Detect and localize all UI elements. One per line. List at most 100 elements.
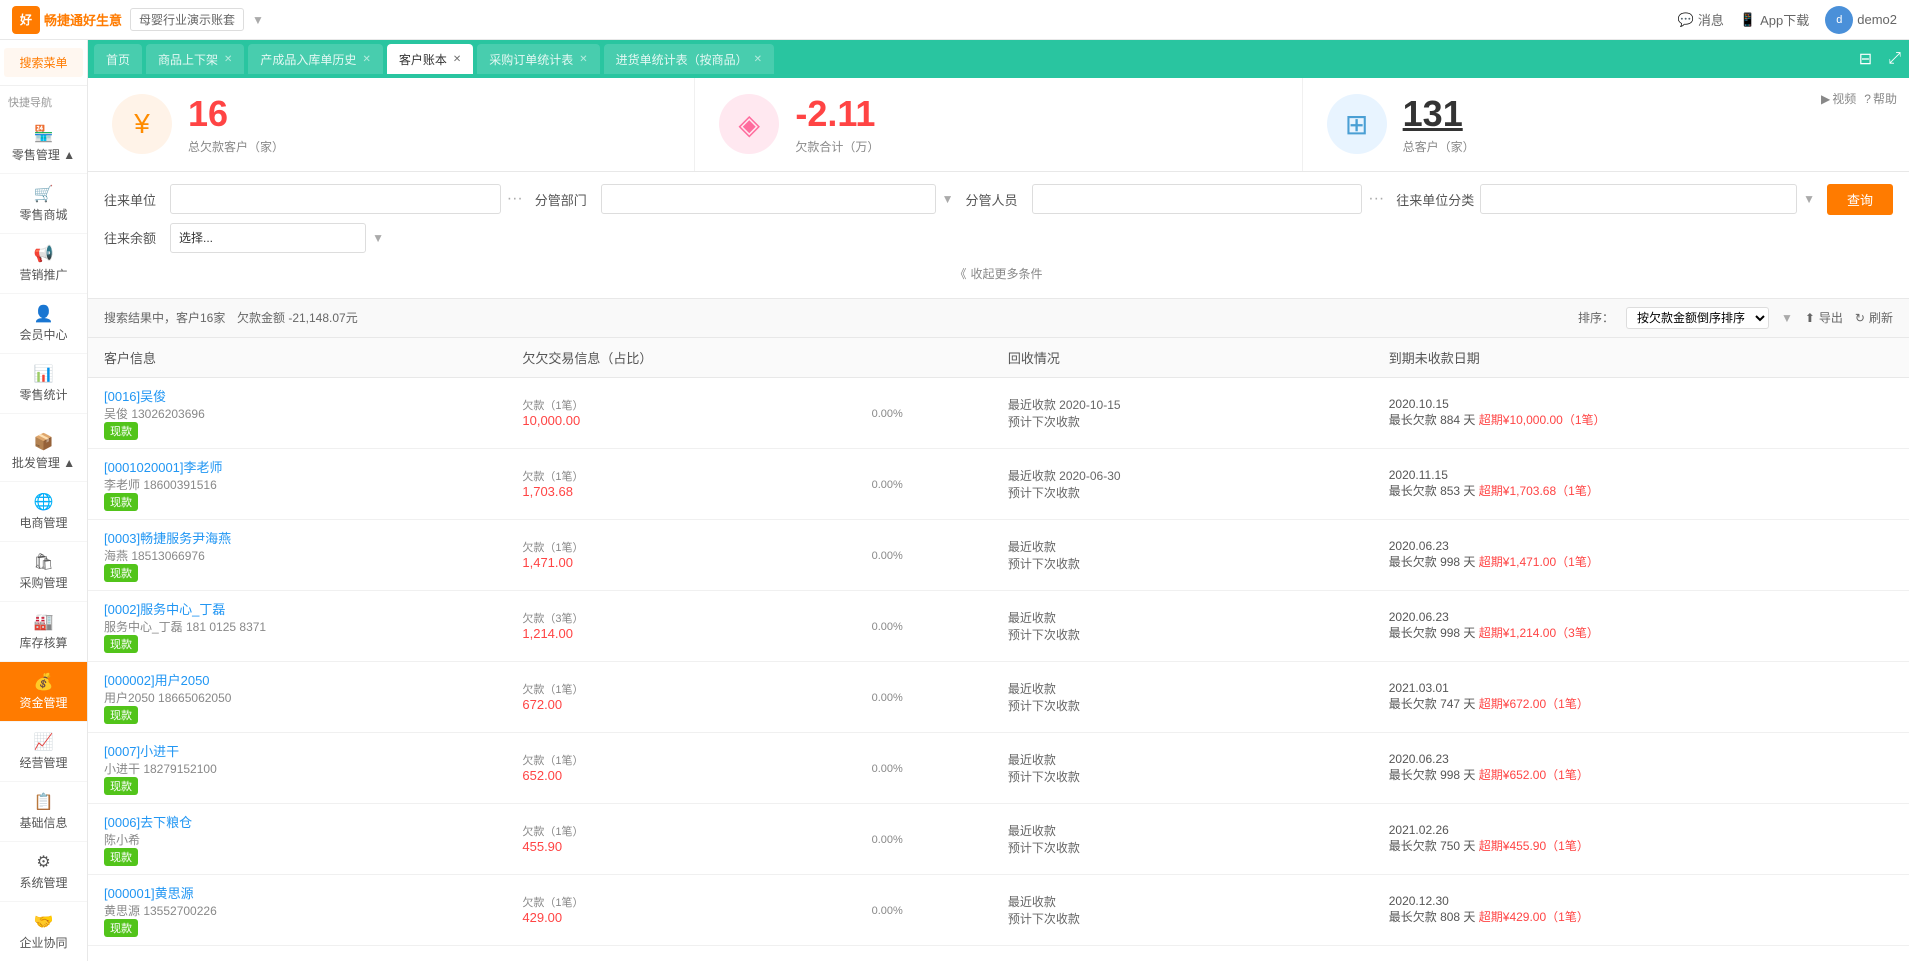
- sort-chevron[interactable]: ▼: [1781, 311, 1793, 325]
- tab-home[interactable]: 首页: [94, 44, 142, 74]
- sidebar-item-system[interactable]: ⚙ 系统管理: [0, 842, 87, 902]
- next-payment: 预计下次收款: [1008, 910, 1288, 927]
- overdue-link[interactable]: 超期¥10,000.00（1笔）: [1479, 413, 1606, 427]
- customer-code-link[interactable]: [0016]吴俊: [104, 389, 166, 404]
- dept-input[interactable]: [601, 184, 936, 214]
- summary-card-1: ¥ 16 总欠款客户（家）: [88, 78, 695, 171]
- message-btn[interactable]: 💬 消息: [1678, 10, 1724, 29]
- overdue-link[interactable]: 超期¥455.90（1笔）: [1479, 839, 1589, 853]
- sidebar-item-ecommerce[interactable]: 🌐 电商管理: [0, 482, 87, 542]
- customer-code-link[interactable]: [0007]小进干: [104, 744, 179, 759]
- cell-due: 2020.06.23 最长欠款 998 天 超期¥1,471.00（1笔）: [1373, 519, 1909, 590]
- last-payment: 最近收款: [1008, 822, 1288, 839]
- sidebar-item-retail-store[interactable]: 🛒 零售商城: [0, 174, 87, 234]
- tab-product-history[interactable]: 产成品入库单历史 ✕: [248, 44, 382, 74]
- category-chevron[interactable]: ▼: [1803, 192, 1815, 206]
- sidebar-item-member[interactable]: 👤 会员中心: [0, 294, 87, 354]
- owe-amount[interactable]: 672.00: [522, 697, 839, 712]
- overdue-link[interactable]: 超期¥1,703.68（1笔）: [1479, 484, 1599, 498]
- avatar: d: [1825, 6, 1853, 34]
- customer-phone: 李老师 18600391516: [104, 476, 490, 493]
- tab-import-stats[interactable]: 进货单统计表（按商品） ✕: [604, 44, 774, 74]
- maximize-icon[interactable]: ⤢: [1884, 50, 1905, 68]
- category-input[interactable]: [1480, 184, 1797, 214]
- export-btn[interactable]: ⬆ 导出: [1805, 309, 1843, 326]
- owe-amount[interactable]: 652.00: [522, 768, 839, 783]
- summary-area: ¥ 16 总欠款客户（家） ◈ -2.11 欠款合计（万） ⊞ 131 总客户（…: [88, 78, 1909, 172]
- tab-product-history-close[interactable]: ✕: [362, 54, 370, 65]
- balance-chevron[interactable]: ▼: [372, 231, 384, 245]
- cell-empty: [1304, 803, 1373, 874]
- tab-product-listing[interactable]: 商品上下架 ✕: [146, 44, 244, 74]
- user-area[interactable]: d demo2: [1825, 6, 1897, 34]
- search-btn[interactable]: 查询: [1827, 184, 1893, 215]
- sidebar-item-label: 系统管理: [4, 874, 83, 891]
- tab-customer-account[interactable]: 客户账本 ✕: [387, 44, 473, 74]
- person-input[interactable]: [1032, 184, 1363, 214]
- owe-amount[interactable]: 1,471.00: [522, 555, 839, 570]
- app-download-btn[interactable]: 📱 App下载: [1740, 10, 1809, 29]
- sidebar-item-inventory[interactable]: 🏭 库存核算: [0, 602, 87, 662]
- tab-purchase-order[interactable]: 采购订单统计表 ✕: [477, 44, 599, 74]
- store-name[interactable]: 母婴行业演示账套: [130, 8, 244, 31]
- supplier-input[interactable]: [170, 184, 501, 214]
- overdue-link[interactable]: 超期¥429.00（1笔）: [1479, 910, 1589, 924]
- tab-customer-account-close[interactable]: ✕: [453, 54, 461, 65]
- person-dots[interactable]: ···: [1368, 190, 1384, 208]
- store-arrow[interactable]: ▼: [252, 13, 264, 27]
- next-payment: 预计下次收款: [1008, 697, 1288, 714]
- sidebar-item-enterprise-coop[interactable]: 🤝 企业协同: [0, 902, 87, 961]
- owe-amount[interactable]: 455.90: [522, 839, 839, 854]
- cell-percent: 0.00%: [856, 590, 992, 661]
- collapse-label: 收起更多条件: [971, 265, 1043, 282]
- overdue-link[interactable]: 超期¥1,214.00（3笔）: [1479, 626, 1599, 640]
- customer-badge: 现款: [104, 635, 138, 653]
- content-area: 首页 商品上下架 ✕ 产成品入库单历史 ✕ 客户账本 ✕ 采购订单统计表 ✕ 进…: [88, 40, 1909, 961]
- customer-code-link[interactable]: [0001020001]李老师: [104, 460, 223, 475]
- sidebar-item-marketing[interactable]: 📢 营销推广: [0, 234, 87, 294]
- sidebar-item-finance[interactable]: 💰 资金管理: [0, 662, 87, 722]
- sidebar-item-purchase[interactable]: 🛍 采购管理: [0, 542, 87, 602]
- owe-amount[interactable]: 10,000.00: [522, 413, 839, 428]
- overdue-link[interactable]: 超期¥1,471.00（1笔）: [1479, 555, 1599, 569]
- owe-amount[interactable]: 1,703.68: [522, 484, 839, 499]
- customer-badge: 现款: [104, 564, 138, 582]
- sidebar: 搜索菜单 快捷导航 🏪 零售管理 ▲ 🛒 零售商城 📢 营销推广 👤 会员中心 …: [0, 40, 88, 961]
- filter-dept: 分管部门 ▼: [535, 184, 954, 214]
- collapse-tabs-icon[interactable]: ⊟: [1855, 49, 1876, 69]
- help-btn[interactable]: ? 帮助: [1864, 90, 1897, 107]
- balance-select[interactable]: 选择...: [170, 223, 366, 253]
- customer-code-link[interactable]: [000002]用户2050: [104, 673, 210, 688]
- sidebar-item-basic-info[interactable]: 📋 基础信息: [0, 782, 87, 842]
- dept-chevron[interactable]: ▼: [942, 192, 954, 206]
- tab-purchase-order-close[interactable]: ✕: [579, 54, 587, 65]
- owe-amount[interactable]: 429.00: [522, 910, 839, 925]
- message-icon: 💬: [1678, 12, 1694, 28]
- customer-code-link[interactable]: [0002]服务中心_丁磊: [104, 602, 225, 617]
- cell-customer: [0007]小进干 小进干 18279152100 现款: [88, 732, 506, 803]
- filter-toggle[interactable]: 《 收起更多条件: [104, 261, 1893, 286]
- search-menu-btn[interactable]: 搜索菜单: [4, 48, 83, 77]
- sidebar-item-batch-mgmt[interactable]: 📦 批发管理 ▲: [0, 422, 87, 482]
- owe-amount[interactable]: 1,214.00: [522, 626, 839, 641]
- sidebar-item-retail-mgmt[interactable]: 🏪 零售管理 ▲: [0, 114, 87, 174]
- cell-empty: [1304, 661, 1373, 732]
- overdue-info: 最长欠款 853 天 超期¥1,703.68（1笔）: [1389, 482, 1893, 499]
- refresh-btn[interactable]: ↻ 刷新: [1855, 309, 1893, 326]
- customer-code-link[interactable]: [000001]黄思源: [104, 886, 194, 901]
- sidebar-item-retail-stats[interactable]: 📊 零售统计: [0, 354, 87, 414]
- next-payment: 预计下次收款: [1008, 839, 1288, 856]
- customer-code-link[interactable]: [0003]畅捷服务尹海燕: [104, 531, 231, 546]
- customer-code-link[interactable]: [0006]去下粮仓: [104, 815, 192, 830]
- overdue-link[interactable]: 超期¥652.00（1笔）: [1479, 768, 1589, 782]
- overdue-link[interactable]: 超期¥672.00（1笔）: [1479, 697, 1589, 711]
- cell-due: 2020.06.23 最长欠款 998 天 超期¥1,214.00（3笔）: [1373, 590, 1909, 661]
- sidebar-item-operation[interactable]: 📈 经营管理: [0, 722, 87, 782]
- next-payment: 预计下次收款: [1008, 484, 1288, 501]
- last-payment: 最近收款: [1008, 609, 1288, 626]
- supplier-dots[interactable]: ···: [507, 190, 523, 208]
- sort-select[interactable]: 按欠款金额倒序排序: [1626, 307, 1769, 329]
- video-btn[interactable]: ▶ 视频: [1821, 90, 1856, 107]
- tab-import-stats-close[interactable]: ✕: [754, 54, 762, 65]
- tab-product-listing-close[interactable]: ✕: [224, 54, 232, 65]
